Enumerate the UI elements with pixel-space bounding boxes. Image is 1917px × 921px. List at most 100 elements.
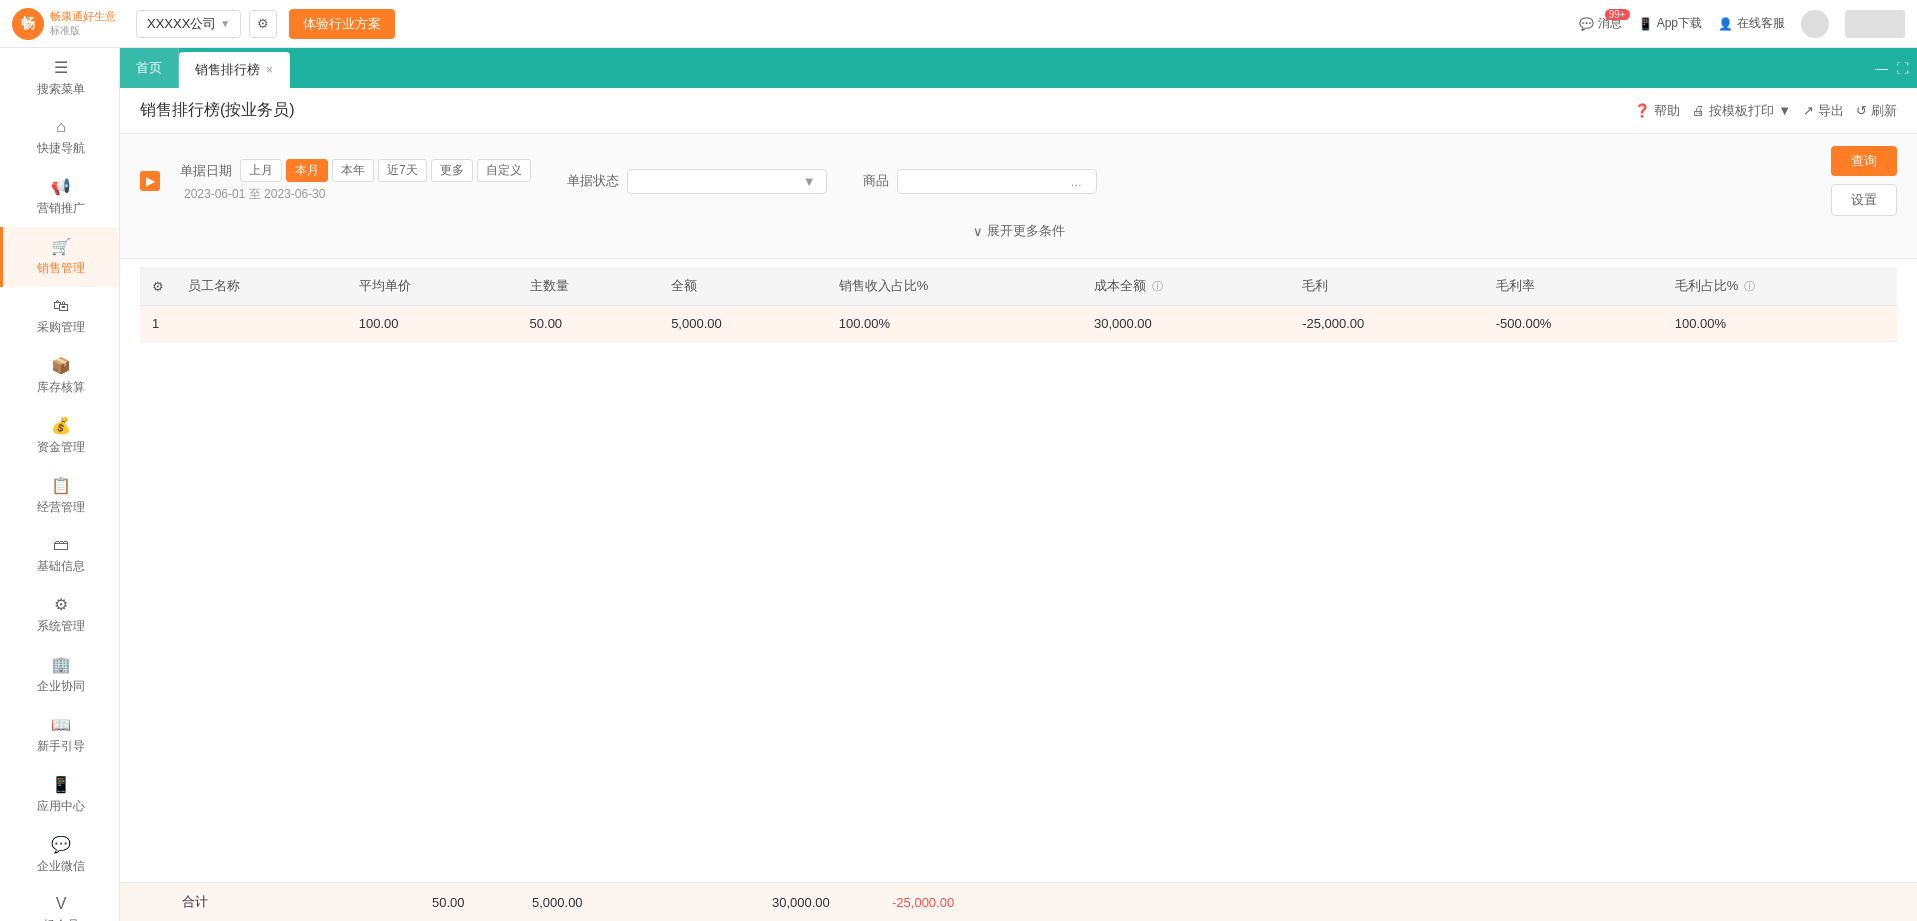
sidebar-item-2[interactable]: 📢 营销推广 <box>0 167 119 227</box>
tab-bar: 首页 销售排行榜 × — ⛶ <box>120 48 1917 88</box>
page-title: 销售排行榜(按业务员) <box>140 100 295 121</box>
tab-sales-ranking[interactable]: 销售排行榜 × <box>179 52 290 88</box>
query-button[interactable]: 查询 <box>1831 146 1897 176</box>
sidebar-label-11: 新手引导 <box>37 738 85 755</box>
download-icon: 📱 <box>1638 17 1653 31</box>
footer-label: 合计 <box>182 893 332 911</box>
header-actions: ❓ 帮助 🖨 按模板打印 ▼ ↗ 导出 ↺ <box>1634 102 1897 120</box>
goods-filter-input[interactable]: ... <box>897 169 1097 194</box>
sidebar-item-7[interactable]: 📋 经营管理 <box>0 466 119 526</box>
col-settings[interactable]: ⚙ <box>140 267 176 306</box>
sidebar-item-8[interactable]: 🗃 基础信息 <box>0 526 119 585</box>
message-badge: 99+ <box>1605 9 1630 20</box>
sidebar-icon-4: 🛍 <box>53 297 69 315</box>
cell-cost-amount-0: 30,000.00 <box>1082 306 1290 342</box>
sidebar-label-6: 资金管理 <box>37 439 85 456</box>
avatar[interactable] <box>1801 10 1829 38</box>
date-btn-7days[interactable]: 近7天 <box>378 159 427 182</box>
sidebar-item-4[interactable]: 🛍 采购管理 <box>0 287 119 346</box>
tab-minimize-icon[interactable]: — <box>1875 61 1888 76</box>
filter-settings-button[interactable]: 设置 <box>1831 184 1897 216</box>
status-dropdown-icon: ▼ <box>803 174 816 189</box>
top-bar: 畅 畅康通好生意 标准版 XXXXX公司 ▼ ⚙ 体验行业方案 💬 消息 99+… <box>0 0 1917 48</box>
sidebar-icon-14: V <box>56 895 67 913</box>
sidebar-item-12[interactable]: 📱 应用中心 <box>0 765 119 825</box>
col-amount: 全额 <box>659 267 827 306</box>
sidebar-item-13[interactable]: 💬 企业微信 <box>0 825 119 885</box>
gross-ratio-info-icon[interactable]: ⓘ <box>1744 280 1755 292</box>
cell-main-qty-0: 50.00 <box>518 306 660 342</box>
query-area: 查询 设置 <box>1831 146 1897 216</box>
filter-section: ▶ 单据日期 上月 本月 本年 近7天 更多 <box>120 134 1917 259</box>
sidebar-icon-12: 📱 <box>51 775 71 794</box>
column-settings-icon[interactable]: ⚙ <box>152 279 164 294</box>
app-download-button[interactable]: 📱 App下载 <box>1638 15 1702 32</box>
sidebar-label-2: 营销推广 <box>37 200 85 217</box>
table-container: ⚙ 员工名称 平均单价 主数量 全额 销售收入占比% 成本全额 ⓘ <box>120 267 1917 342</box>
tab-right-controls: — ⛶ <box>1875 48 1917 88</box>
status-filter-select[interactable]: ▼ <box>627 169 827 194</box>
col-cost-amount: 成本全额 ⓘ <box>1082 267 1290 306</box>
expand-more-row: ∨ 展开更多条件 <box>140 216 1897 246</box>
support-icon: 👤 <box>1718 17 1733 31</box>
export-button[interactable]: ↗ 导出 <box>1803 102 1844 120</box>
sidebar-label-10: 企业协同 <box>37 678 85 695</box>
cell-name-0 <box>176 306 347 342</box>
top-right-area: 💬 消息 99+ 📱 App下载 👤 在线客服 <box>1579 10 1905 38</box>
expand-more-button[interactable]: ∨ 展开更多条件 <box>973 222 1065 240</box>
footer-gross-profit: -25,000.00 <box>892 895 1012 910</box>
sidebar-item-14[interactable]: V 畅会员 <box>0 885 119 921</box>
sidebar-item-5[interactable]: 📦 库存核算 <box>0 346 119 406</box>
sidebar-item-0[interactable]: ☰ 搜索菜单 <box>0 48 119 108</box>
date-range-display: 2023-06-01 至 2023-06-30 <box>184 187 325 201</box>
help-button[interactable]: ❓ 帮助 <box>1634 102 1680 120</box>
sidebar-icon-6: 💰 <box>51 416 71 435</box>
filter-expand-arrow[interactable]: ▶ <box>140 171 160 191</box>
trial-button[interactable]: 体验行业方案 <box>289 9 395 39</box>
sidebar: ☰ 搜索菜单 ⌂ 快捷导航 📢 营销推广 🛒 销售管理 🛍 采购管理 📦 库存核… <box>0 48 120 921</box>
settings-icon[interactable]: ⚙ <box>249 10 277 38</box>
sidebar-item-10[interactable]: 🏢 企业协同 <box>0 645 119 705</box>
logo-area: 畅 畅康通好生意 标准版 <box>12 8 116 40</box>
col-gross-profit: 毛利 <box>1290 267 1484 306</box>
sidebar-item-1[interactable]: ⌂ 快捷导航 <box>0 108 119 167</box>
sales-ranking-table: ⚙ 员工名称 平均单价 主数量 全额 销售收入占比% 成本全额 ⓘ <box>140 267 1897 342</box>
tab-close-icon[interactable]: × <box>266 63 273 77</box>
date-btn-this-year[interactable]: 本年 <box>332 159 374 182</box>
active-tab-label: 销售排行榜 <box>195 61 260 79</box>
filter-row-1: ▶ 单据日期 上月 本月 本年 近7天 更多 <box>140 146 1897 216</box>
message-button[interactable]: 💬 消息 99+ <box>1579 15 1622 32</box>
refresh-button[interactable]: ↺ 刷新 <box>1856 102 1897 120</box>
sidebar-icon-7: 📋 <box>51 476 71 495</box>
logo-icon: 畅 <box>12 8 44 40</box>
sidebar-item-9[interactable]: ⚙ 系统管理 <box>0 585 119 645</box>
company-selector[interactable]: XXXXX公司 ▼ <box>136 10 241 38</box>
table-footer: 合计 50.00 5,000.00 30,000.00 -25,000.00 <box>120 882 1917 921</box>
date-btn-more[interactable]: 更多 <box>431 159 473 182</box>
template-print-button[interactable]: 🖨 按模板打印 ▼ <box>1692 102 1791 120</box>
sidebar-icon-3: 🛒 <box>51 237 71 256</box>
status-filter-group: 单据状态 ▼ <box>567 169 827 194</box>
footer-cost-amount: 30,000.00 <box>772 895 892 910</box>
sidebar-item-6[interactable]: 💰 资金管理 <box>0 406 119 466</box>
status-filter-label: 单据状态 <box>567 172 619 190</box>
sidebar-icon-11: 📖 <box>51 715 71 734</box>
cost-amount-info-icon[interactable]: ⓘ <box>1152 280 1163 292</box>
online-support-button[interactable]: 👤 在线客服 <box>1718 15 1785 32</box>
date-filter-group: 单据日期 上月 本月 本年 近7天 更多 自定义 <box>180 159 531 203</box>
sidebar-label-8: 基础信息 <box>37 558 85 575</box>
message-icon: 💬 <box>1579 17 1594 31</box>
sidebar-item-3[interactable]: 🛒 销售管理 <box>0 227 119 287</box>
page-header: 销售排行榜(按业务员) ❓ 帮助 🖨 按模板打印 ▼ ↗ <box>120 88 1917 134</box>
date-btn-this-month[interactable]: 本月 <box>286 159 328 182</box>
tab-expand-icon[interactable]: ⛶ <box>1896 61 1909 76</box>
tab-home[interactable]: 首页 <box>120 48 179 88</box>
sidebar-icon-10: 🏢 <box>51 655 71 674</box>
sidebar-icon-8: 🗃 <box>53 536 69 554</box>
date-btn-prev-month[interactable]: 上月 <box>240 159 282 182</box>
sidebar-item-11[interactable]: 📖 新手引导 <box>0 705 119 765</box>
sidebar-icon-13: 💬 <box>51 835 71 854</box>
date-btn-custom[interactable]: 自定义 <box>477 159 531 182</box>
goods-ellipsis-button[interactable]: ... <box>1067 174 1086 189</box>
sidebar-icon-0: ☰ <box>54 58 68 77</box>
